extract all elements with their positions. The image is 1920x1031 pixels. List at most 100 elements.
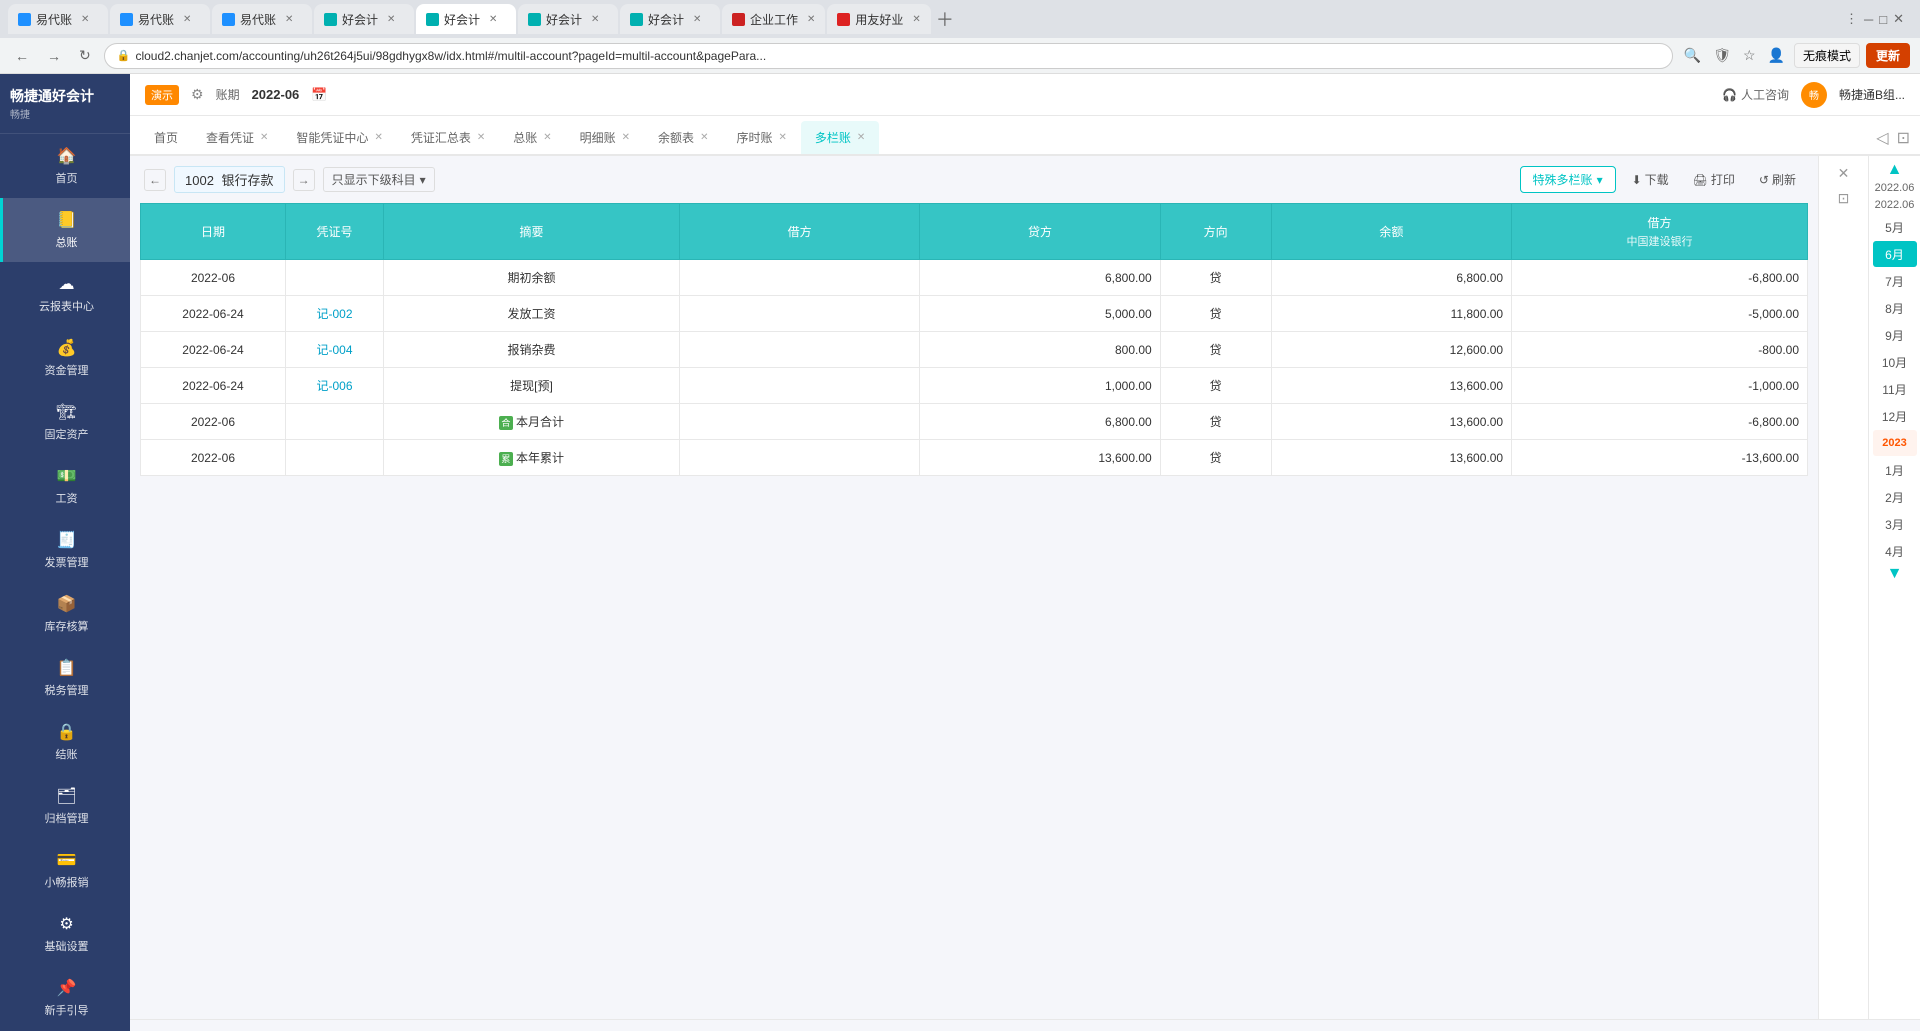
tab-close-balance[interactable]: ✕	[700, 132, 708, 143]
print-button[interactable]: 🖨 打印	[1685, 167, 1743, 192]
sidebar-item-inventory[interactable]: 📦 库存核算	[0, 582, 130, 646]
cal-month-1[interactable]: 1月	[1873, 457, 1917, 483]
tab-yidaizhang-2[interactable]: 易代账 ✕	[110, 4, 210, 34]
cal-month-10[interactable]: 10月	[1873, 349, 1917, 375]
consult-button[interactable]: 🎧 人工咨询	[1722, 86, 1789, 103]
sidebar-item-fund[interactable]: 💰 资金管理	[0, 326, 130, 390]
tab-yonyou[interactable]: 用友好业 ✕	[827, 4, 930, 34]
cal-month-2[interactable]: 2月	[1873, 484, 1917, 510]
download-button[interactable]: ⬇ 下载	[1624, 167, 1677, 192]
cal-month-7[interactable]: 7月	[1873, 268, 1917, 294]
app-tab-voucher-summary[interactable]: 凭证汇总表 ✕	[397, 121, 499, 156]
maximize-icon[interactable]: □	[1879, 12, 1887, 27]
wuhen-button[interactable]: 无痕模式	[1794, 43, 1860, 68]
tab-list-icon[interactable]: ⋮	[1845, 11, 1858, 27]
tab-haokuaiji-4[interactable]: 好会计 ✕	[620, 4, 720, 34]
toolbar-right: 特殊多栏账 ▾ ⬇ 下载 🖨 打印 ↺ 刷新	[1520, 166, 1804, 193]
tab-close-general[interactable]: ✕	[543, 132, 551, 143]
tab-close-icon[interactable]: ✕	[183, 14, 191, 25]
cal-month-12[interactable]: 12月	[1873, 403, 1917, 429]
cell-voucher[interactable]: 记-004	[285, 332, 383, 368]
special-multicolumn-button[interactable]: 特殊多栏账 ▾	[1520, 166, 1616, 193]
app-tab-voucher[interactable]: 查看凭证 ✕	[192, 121, 282, 156]
sidebar-item-home[interactable]: 🏠 首页	[0, 134, 130, 198]
tab-close-icon[interactable]: ✕	[81, 14, 89, 25]
app-tab-home[interactable]: 首页	[140, 121, 192, 156]
tab-close-icon[interactable]: ✕	[285, 14, 293, 25]
sidebar-item-close-accounts[interactable]: 🔒 结账	[0, 710, 130, 774]
app-tab-balance[interactable]: 余额表 ✕	[644, 121, 722, 156]
prev-account-button[interactable]: ←	[144, 169, 166, 191]
tab-yidaizhang-3[interactable]: 易代账 ✕	[212, 4, 312, 34]
address-bar-row: ← → ↻ 🔒 cloud2.chanjet.com/accounting/uh…	[0, 38, 1920, 74]
back-button[interactable]: ←	[10, 45, 34, 67]
sidebar-item-invoice[interactable]: 🧾 发票管理	[0, 518, 130, 582]
panel-expand-icon[interactable]: ⊡	[1834, 186, 1854, 211]
calendar-scroll-up[interactable]: ▲	[1887, 161, 1903, 179]
tab-close-voucher-summary[interactable]: ✕	[477, 132, 485, 143]
refresh-button[interactable]: ↺ 刷新	[1751, 167, 1804, 192]
account-name: 银行存款	[222, 173, 274, 188]
tab-close-icon[interactable]: ✕	[693, 14, 701, 25]
reload-button[interactable]: ↻	[74, 44, 96, 67]
tab-close-detail[interactable]: ✕	[622, 132, 630, 143]
tab-close-voucher[interactable]: ✕	[260, 132, 268, 143]
cal-month-6[interactable]: 6月	[1873, 241, 1917, 267]
sidebar-item-tax[interactable]: 📋 税务管理	[0, 646, 130, 710]
new-tab-button[interactable]: ＋	[931, 5, 959, 33]
sidebar-item-expense[interactable]: 💳 小畅报销	[0, 838, 130, 902]
tab-close-journal[interactable]: ✕	[778, 132, 786, 143]
bottom-scrollbar[interactable]	[130, 1019, 1920, 1031]
filter-dropdown[interactable]: 只显示下级科目 ▾	[323, 167, 435, 192]
tab-haokuaiji-2[interactable]: 好会计 ✕	[416, 4, 516, 34]
sidebar-item-settings[interactable]: ⚙ 基础设置	[0, 902, 130, 966]
tab-close-icon[interactable]: ✕	[591, 14, 599, 25]
cal-month-9[interactable]: 9月	[1873, 322, 1917, 348]
app-tab-smart-voucher[interactable]: 智能凭证中心 ✕	[282, 121, 396, 156]
tab-close-icon[interactable]: ✕	[489, 14, 497, 25]
tab-close-icon[interactable]: ✕	[807, 14, 815, 25]
shield-icon[interactable]: 🛡	[1710, 44, 1734, 67]
next-account-button[interactable]: →	[293, 169, 315, 191]
app-tab-general-ledger[interactable]: 总账 ✕	[499, 121, 565, 156]
search-icon[interactable]: 🔍	[1681, 44, 1704, 67]
tab-yidaizhang-1[interactable]: 易代账 ✕	[8, 4, 108, 34]
cell-balance: 13,600.00	[1271, 440, 1511, 476]
tab-haokuaiji-3[interactable]: 好会计 ✕	[518, 4, 618, 34]
sidebar-item-archive[interactable]: 🗂 归档管理	[0, 774, 130, 838]
cal-month-11[interactable]: 11月	[1873, 376, 1917, 402]
sidebar-item-assets[interactable]: 🏗 固定资产	[0, 390, 130, 454]
sidebar-item-salary[interactable]: 💵 工资	[0, 454, 130, 518]
app-tab-journal[interactable]: 序时账 ✕	[722, 121, 800, 156]
tab-haokuaiji-1[interactable]: 好会计 ✕	[314, 4, 414, 34]
tab-close-smart[interactable]: ✕	[374, 132, 382, 143]
star-icon[interactable]: ☆	[1740, 44, 1759, 67]
tab-qiye[interactable]: 企业工作 ✕	[722, 4, 825, 34]
sidebar-item-reports[interactable]: ☁ 云报表中心	[0, 262, 130, 326]
tab-close-icon[interactable]: ✕	[912, 14, 920, 25]
cal-month-8[interactable]: 8月	[1873, 295, 1917, 321]
app-tab-detail-ledger[interactable]: 明细账 ✕	[566, 121, 644, 156]
address-bar[interactable]: 🔒 cloud2.chanjet.com/accounting/uh26t264…	[104, 43, 1673, 69]
cell-voucher[interactable]: 记-006	[285, 368, 383, 404]
cal-month-5[interactable]: 5月	[1873, 214, 1917, 240]
settings-gear-icon[interactable]: ⚙	[191, 86, 204, 103]
update-button[interactable]: 更新	[1866, 43, 1910, 68]
tab-close-multicolumn[interactable]: ✕	[857, 132, 865, 143]
calendar-icon[interactable]: 📅	[311, 87, 327, 103]
app-tab-multicolumn[interactable]: 多栏账 ✕	[801, 121, 879, 156]
sidebar-item-guide[interactable]: 📌 新手引导	[0, 966, 130, 1030]
tab-close-icon[interactable]: ✕	[387, 14, 395, 25]
cell-voucher[interactable]: 记-002	[285, 296, 383, 332]
expand-icon[interactable]: ⊡	[1897, 128, 1910, 148]
minimize-icon[interactable]: ─	[1864, 12, 1873, 27]
cal-month-4[interactable]: 4月	[1873, 538, 1917, 564]
profile-icon[interactable]: 👤	[1765, 44, 1788, 67]
collapse-icon[interactable]: ◁	[1876, 128, 1888, 148]
window-close-icon[interactable]: ✕	[1893, 11, 1904, 27]
sidebar-item-ledger[interactable]: 📒 总账	[0, 198, 130, 262]
calendar-scroll-down[interactable]: ▼	[1887, 565, 1903, 583]
panel-close-icon[interactable]: ✕	[1834, 161, 1854, 186]
forward-button[interactable]: →	[42, 45, 66, 67]
cal-month-3[interactable]: 3月	[1873, 511, 1917, 537]
